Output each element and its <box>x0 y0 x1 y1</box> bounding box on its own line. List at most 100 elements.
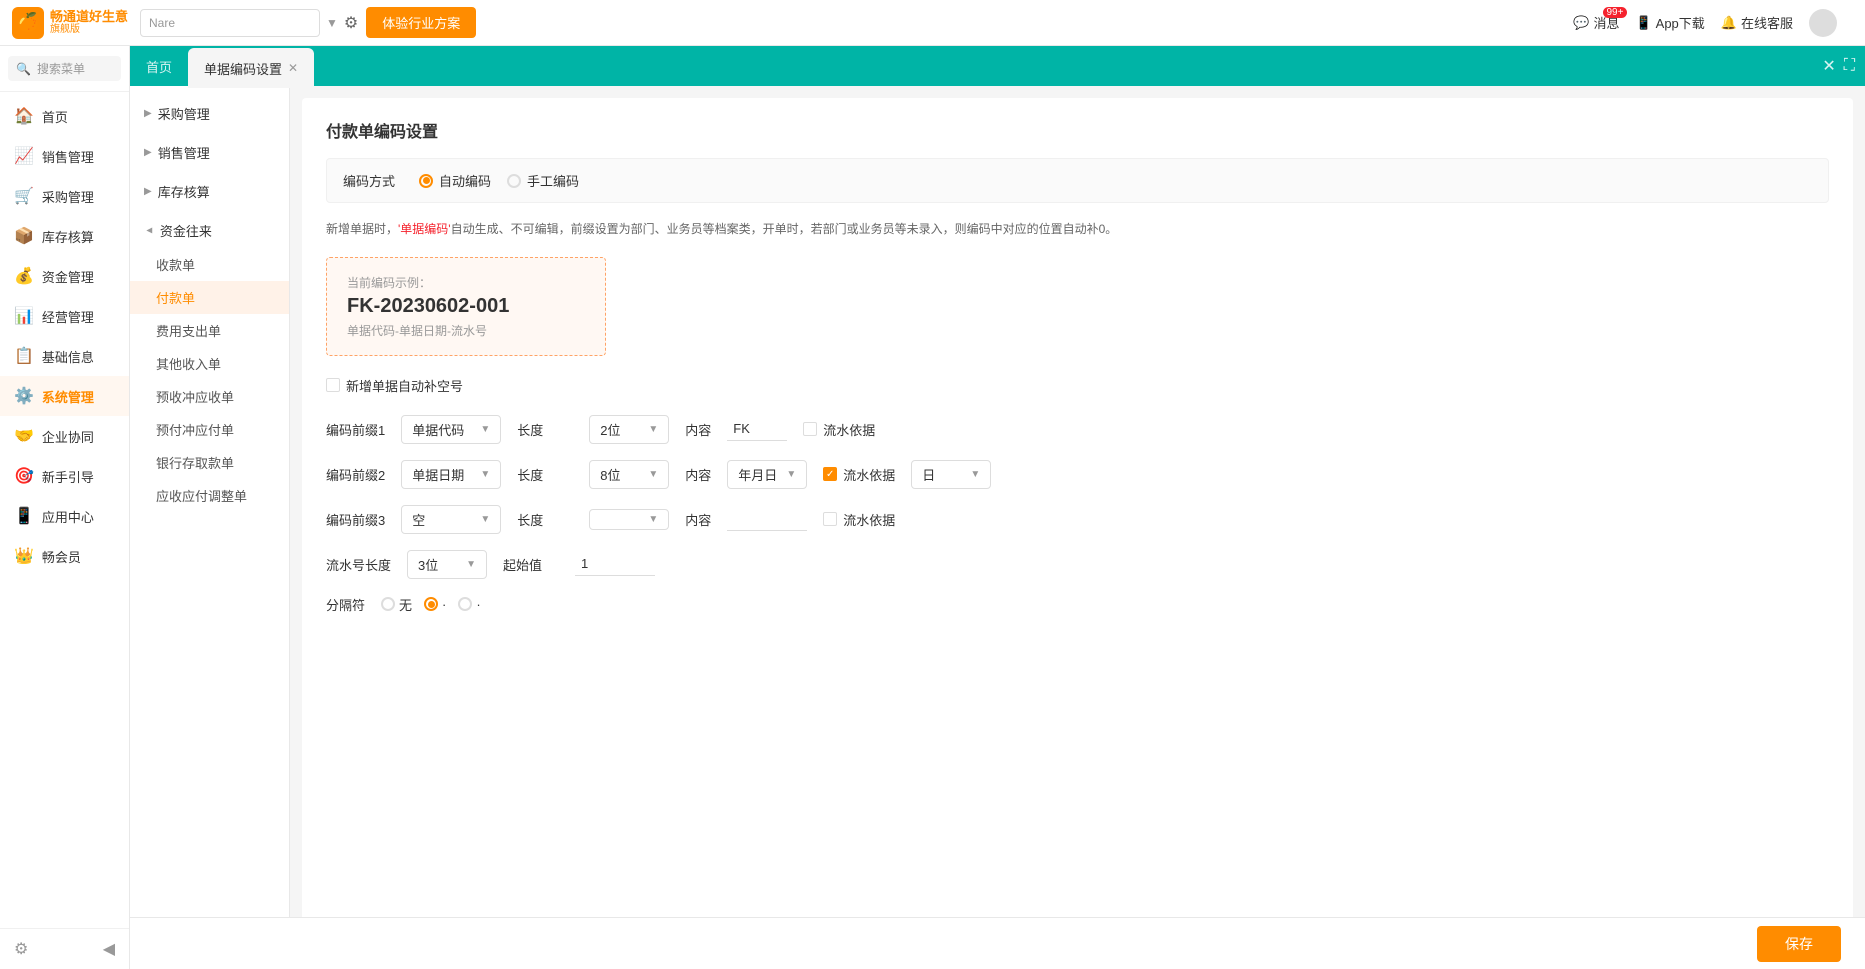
trial-button[interactable]: 体验行业方案 <box>366 7 476 38</box>
sub-item-ar-ap-adjust[interactable]: 应收应付调整单 <box>130 479 289 512</box>
tab-encoding-settings[interactable]: 单据编码设置 ✕ <box>188 48 314 88</box>
prefix2-row: 编码前缀2 单据日期 ▼ 长度 8位 ▼ 内容 年月日 ▼ ✓ 流水依据 <box>326 460 1829 489</box>
sidebar-item-sales[interactable]: 📈 销售管理 <box>0 136 129 176</box>
sidebar-item-basic[interactable]: 📋 基础信息 <box>0 336 129 376</box>
prefix1-label: 编码前缀1 <box>326 420 385 439</box>
auto-encoding-radio[interactable]: 自动编码 <box>419 171 491 190</box>
sidebar-item-guide[interactable]: 🎯 新手引导 <box>0 456 129 496</box>
tab-home[interactable]: 首页 <box>130 46 188 86</box>
sub-item-expense[interactable]: 费用支出单 <box>130 314 289 347</box>
prefix3-value: 空 <box>412 510 425 529</box>
start-value-input[interactable] <box>575 552 655 576</box>
operations-icon: 📊 <box>14 306 34 326</box>
prefix2-value: 单据日期 <box>412 465 464 484</box>
auto-encoding-radio-circle <box>419 174 433 188</box>
purchase-icon: 🛒 <box>14 186 34 206</box>
separator-options: 无 · · <box>381 595 481 614</box>
message-button[interactable]: 💬 消息 99+ <box>1573 13 1619 32</box>
sidebar-item-label-purchase: 采购管理 <box>42 187 94 206</box>
sidebar-footer-collapse-icon[interactable]: ◀ <box>103 939 115 959</box>
prefix1-content-label: 内容 <box>685 420 711 439</box>
sidebar-item-label-operations: 经营管理 <box>42 307 94 326</box>
sidebar-item-member[interactable]: 👑 畅会员 <box>0 536 129 576</box>
app-download-button[interactable]: 📱 App下载 <box>1635 13 1704 32</box>
prefix2-content-select[interactable]: 年月日 ▼ <box>727 460 807 489</box>
sub-group-purchase: ▶ 采购管理 <box>130 94 289 133</box>
sidebar-item-label-inventory: 库存核算 <box>42 227 94 246</box>
prefix2-length-label: 长度 <box>517 465 573 484</box>
sub-item-pre-payable[interactable]: 预付冲应付单 <box>130 413 289 446</box>
sidebar-search-inner[interactable]: 🔍 搜索菜单 <box>8 56 121 81</box>
sidebar-search[interactable]: 🔍 搜索菜单 <box>0 46 129 92</box>
preview-code: FK-20230602-001 <box>347 295 585 318</box>
inventory-arrow-icon: ▶ <box>144 186 152 197</box>
auto-fill-checkbox[interactable] <box>326 378 340 392</box>
sub-group-sales-title[interactable]: ▶ 销售管理 <box>130 135 289 170</box>
sub-group-inventory: ▶ 库存核算 <box>130 172 289 211</box>
sidebar-item-inventory[interactable]: 📦 库存核算 <box>0 216 129 256</box>
prefix2-serial-checkbox[interactable]: ✓ <box>823 467 837 481</box>
sub-item-pre-receivable[interactable]: 预收冲应收单 <box>130 380 289 413</box>
prefix3-content-input[interactable] <box>727 507 807 531</box>
sub-group-capital-title[interactable]: ▼ 资金往来 <box>130 213 289 248</box>
tab-bar-right: ✕ ⛶ <box>1822 56 1865 76</box>
sep-none-option[interactable]: 无 <box>381 595 412 614</box>
prefix2-serial-label: 流水依据 <box>843 465 895 484</box>
sidebar-item-label-sales: 销售管理 <box>42 147 94 166</box>
prefix2-length-select[interactable]: 8位 ▼ <box>589 460 669 489</box>
sidebar-nav: 🏠 首页 📈 销售管理 🛒 采购管理 📦 库存核算 💰 资金管理 📊 经营管理 … <box>0 92 129 928</box>
sidebar-item-system[interactable]: ⚙️ 系统管理 <box>0 376 129 416</box>
prefix3-label: 编码前缀3 <box>326 510 385 529</box>
sidebar-item-purchase[interactable]: 🛒 采购管理 <box>0 176 129 216</box>
app-download-label: App下载 <box>1656 13 1705 32</box>
prefix2-content-label: 内容 <box>685 465 711 484</box>
online-service-button[interactable]: 🔔 在线客服 <box>1721 13 1793 32</box>
sub-item-receipt[interactable]: 收款单 <box>130 248 289 281</box>
prefix3-serial-checkbox[interactable] <box>823 512 837 526</box>
prefix3-select[interactable]: 空 ▼ <box>401 505 501 534</box>
sep-none-label: 无 <box>399 595 412 614</box>
sub-group-inventory-title[interactable]: ▶ 库存核算 <box>130 174 289 209</box>
prefix1-content-input[interactable] <box>727 417 787 441</box>
header-settings-icon[interactable]: ⚙ <box>344 13 358 33</box>
manual-encoding-radio-circle <box>507 174 521 188</box>
sidebar-item-label-guide: 新手引导 <box>42 467 94 486</box>
basic-icon: 📋 <box>14 346 34 366</box>
sidebar-item-enterprise[interactable]: 🤝 企业协同 <box>0 416 129 456</box>
sidebar-item-label-apps: 应用中心 <box>42 507 94 526</box>
logo-main: 畅通道好生意 <box>50 9 128 25</box>
sidebar-item-apps[interactable]: 📱 应用中心 <box>0 496 129 536</box>
save-button[interactable]: 保存 <box>1757 926 1841 962</box>
sub-item-other-income[interactable]: 其他收入单 <box>130 347 289 380</box>
tab-bar-close-btn[interactable]: ✕ <box>1822 56 1835 76</box>
prefix3-serial-group: 流水依据 <box>823 510 895 529</box>
sidebar-footer-settings-icon[interactable]: ⚙ <box>14 939 28 959</box>
purchase-arrow-icon: ▶ <box>144 108 152 119</box>
sidebar-item-label-home: 首页 <box>42 107 68 126</box>
prefix3-length-select[interactable]: ▼ <box>589 509 669 530</box>
tab-bar-expand-btn[interactable]: ⛶ <box>1844 57 1855 75</box>
manual-encoding-radio[interactable]: 手工编码 <box>507 171 579 190</box>
tab-close-icon[interactable]: ✕ <box>288 61 298 75</box>
sep-dot-option[interactable]: · <box>424 597 446 612</box>
prefix2-granularity-select[interactable]: 日 ▼ <box>911 460 991 489</box>
prefix1-select[interactable]: 单据代码 ▼ <box>401 415 501 444</box>
logo-sub: 旗舰版 <box>50 24 128 36</box>
sub-item-payment[interactable]: 付款单 <box>130 281 289 314</box>
sidebar-item-operations[interactable]: 📊 经营管理 <box>0 296 129 336</box>
sub-group-purchase-title[interactable]: ▶ 采购管理 <box>130 96 289 131</box>
right-panel: 付款单编码设置 编码方式 自动编码 手工编码 新增单据时，'单据编码' <box>302 98 1853 957</box>
home-icon: 🏠 <box>14 106 34 126</box>
header-search-input[interactable] <box>140 9 320 37</box>
prefix2-select[interactable]: 单据日期 ▼ <box>401 460 501 489</box>
header-chevron-icon[interactable]: ▼ <box>326 16 338 30</box>
sales-icon: 📈 <box>14 146 34 166</box>
sidebar-item-finance[interactable]: 💰 资金管理 <box>0 256 129 296</box>
prefix1-serial-group: 流水依据 <box>803 420 875 439</box>
prefix1-serial-checkbox[interactable] <box>803 422 817 436</box>
serial-length-select[interactable]: 3位 ▼ <box>407 550 487 579</box>
prefix1-length-select[interactable]: 2位 ▼ <box>589 415 669 444</box>
sub-item-bank-deposit[interactable]: 银行存取款单 <box>130 446 289 479</box>
sidebar-item-home[interactable]: 🏠 首页 <box>0 96 129 136</box>
sep-dash-option[interactable]: · <box>458 597 480 612</box>
